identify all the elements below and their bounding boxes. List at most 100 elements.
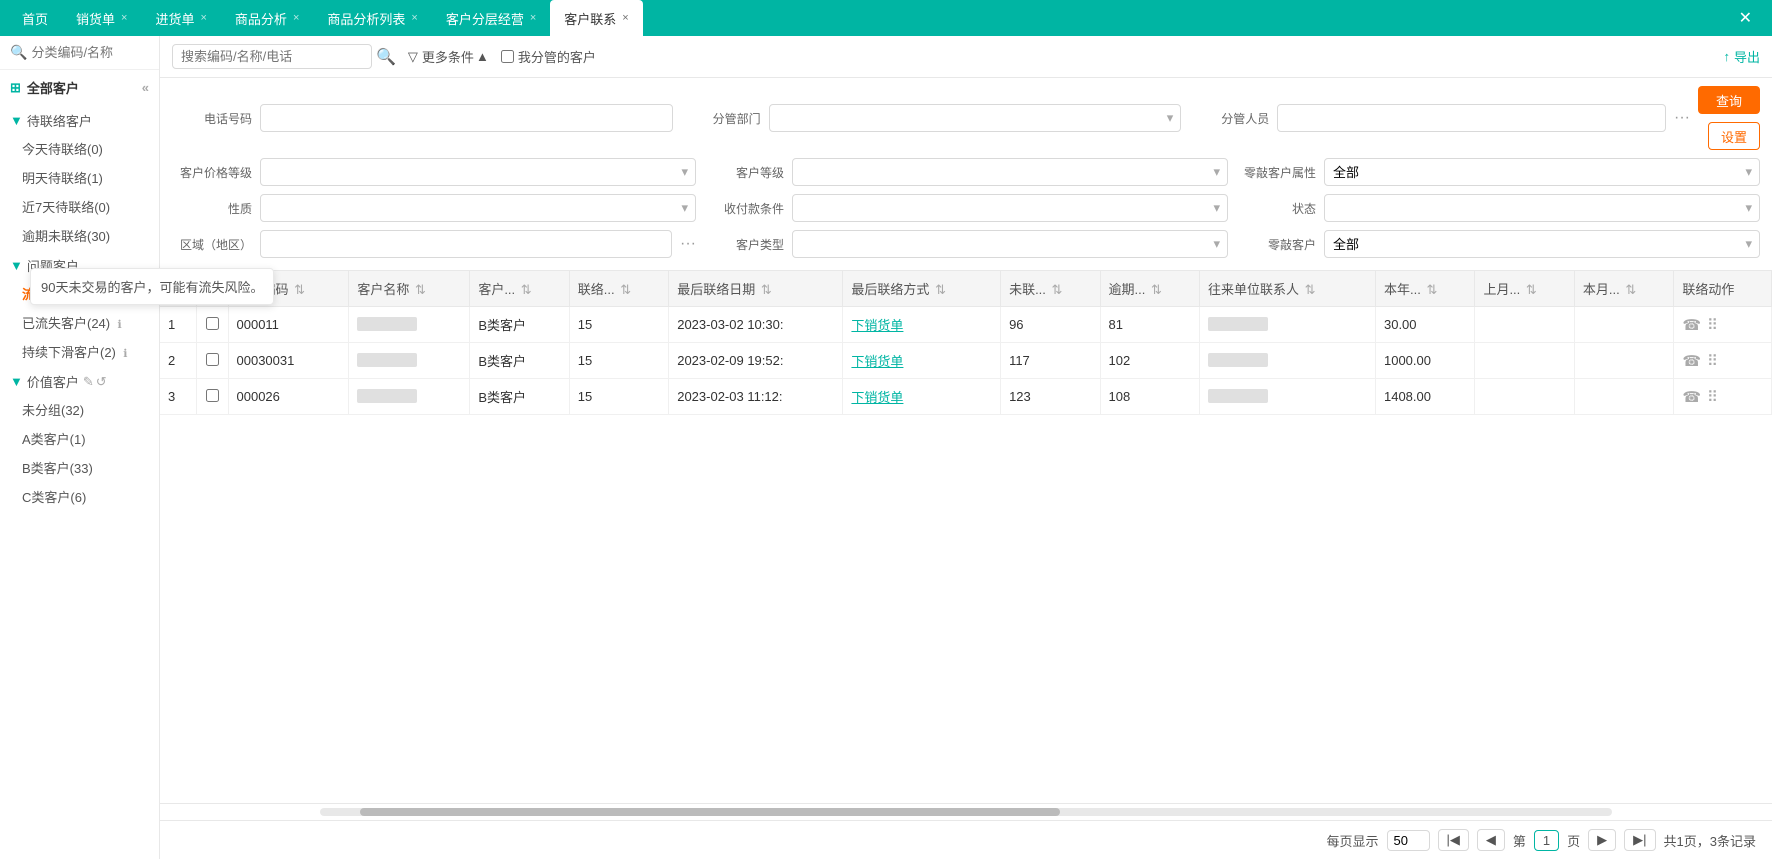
value-customer-refresh-icon[interactable]: ↺: [96, 374, 107, 390]
filter-region-more-icon[interactable]: ···: [680, 235, 696, 253]
sidebar-item-unclassified[interactable]: 未分组(32): [0, 395, 159, 424]
tab-sales[interactable]: 销货单 ×: [62, 0, 141, 36]
row2-last-method-link[interactable]: 下销货单: [851, 354, 903, 369]
row2-chat-icon[interactable]: ☎: [1682, 352, 1701, 370]
filter-gender-select[interactable]: [260, 194, 696, 222]
col-overdue-sort[interactable]: ⇅: [1151, 282, 1162, 297]
tab-customer-contact[interactable]: 客户联系 ×: [550, 0, 642, 36]
filter-zero-customer-select[interactable]: 全部: [1324, 230, 1760, 258]
filter-person-input[interactable]: [1277, 104, 1666, 132]
col-last-month-sort[interactable]: ⇅: [1526, 282, 1537, 297]
sidebar-collapse-icon[interactable]: «: [142, 80, 149, 95]
filter-payment-select[interactable]: [792, 194, 1228, 222]
close-analysis-list-icon[interactable]: ×: [411, 12, 417, 24]
sidebar-all-customers[interactable]: ⊞ 全部客户 «: [0, 70, 159, 105]
row3-last-date: 2023-02-03 11:12:: [669, 379, 843, 415]
pagination-prev-btn[interactable]: ◀: [1477, 829, 1505, 851]
sidebar-item-b-class[interactable]: B类客户(33): [0, 453, 159, 482]
row3-checkbox[interactable]: [206, 389, 219, 402]
pagination-next-btn[interactable]: ▶: [1588, 829, 1616, 851]
row3-chat-icon[interactable]: ☎: [1682, 388, 1701, 406]
col-last-method-sort[interactable]: ⇅: [935, 282, 946, 297]
filter-search-button[interactable]: 🔍: [376, 47, 396, 67]
tab-analysis[interactable]: 商品分析 ×: [221, 0, 313, 36]
row1-more-icon[interactable]: ⠿: [1707, 316, 1718, 334]
row1-chat-icon[interactable]: ☎: [1682, 316, 1701, 334]
close-analysis-icon[interactable]: ×: [293, 12, 299, 24]
col-this-year-sort[interactable]: ⇅: [1426, 282, 1437, 297]
col-contact-sort[interactable]: ⇅: [620, 282, 631, 297]
filter-more-conditions-button[interactable]: ▽ 更多条件 ▲: [408, 47, 489, 66]
section-value-customer[interactable]: ▼ 价值客户 ✎ ↺: [0, 366, 159, 395]
col-contact-person-sort[interactable]: ⇅: [1305, 282, 1316, 297]
filter-person-field: 分管人员 ···: [1189, 104, 1690, 132]
sidebar-item-overdue[interactable]: 逾期未联络(30): [0, 221, 159, 250]
filter-region-input[interactable]: [260, 230, 672, 258]
sidebar-item-tomorrow[interactable]: 明天待联络(1): [0, 163, 159, 192]
scroll-thumb[interactable]: [360, 808, 1060, 816]
col-last-date: 最后联络日期 ⇅: [669, 271, 843, 307]
sidebar-item-today[interactable]: 今天待联络(0): [0, 134, 159, 163]
filter-grade-select[interactable]: [792, 158, 1228, 186]
filter-payment-field: 收付款条件: [704, 194, 1228, 222]
filter-region-label: 区域（地区）: [172, 236, 252, 253]
sidebar-root-label: 全部客户: [27, 78, 79, 97]
my-customers-checkbox-label[interactable]: 我分管的客户: [501, 47, 596, 66]
close-purchase-icon[interactable]: ×: [200, 12, 206, 24]
tab-customer-tier[interactable]: 客户分层经营 ×: [432, 0, 550, 36]
row1-checkbox[interactable]: [206, 317, 219, 330]
value-customer-edit-icon[interactable]: ✎: [83, 374, 94, 390]
sidebar-item-a-class[interactable]: A类客户(1): [0, 424, 159, 453]
row1-type: B类客户: [470, 307, 569, 343]
row1-contact: 15: [569, 307, 668, 343]
filter-search-input[interactable]: [172, 44, 372, 69]
close-sales-icon[interactable]: ×: [121, 12, 127, 24]
filter-price-grade-select[interactable]: [260, 158, 696, 186]
filter-status-select[interactable]: [1324, 194, 1760, 222]
sidebar-item-churned[interactable]: 已流失客户(24) ℹ: [0, 308, 159, 337]
my-customers-checkbox[interactable]: [501, 50, 514, 63]
churned-info-icon[interactable]: ℹ: [117, 319, 121, 331]
row3-last-method: 下销货单: [843, 379, 1001, 415]
window-close-icon[interactable]: ✕: [1727, 8, 1764, 28]
col-unlinked-sort[interactable]: ⇅: [1052, 282, 1063, 297]
col-customer-code-sort[interactable]: ⇅: [294, 282, 305, 297]
row3-last-method-link[interactable]: 下销货单: [851, 390, 903, 405]
sidebar-item-7days[interactable]: 近7天待联络(0): [0, 192, 159, 221]
declining-info-icon[interactable]: ℹ: [123, 348, 127, 360]
tab-analysis-list[interactable]: 商品分析列表 ×: [313, 0, 431, 36]
row2-more-icon[interactable]: ⠿: [1707, 352, 1718, 370]
row3-more-icon[interactable]: ⠿: [1707, 388, 1718, 406]
sidebar-item-declining[interactable]: 持续下滑客户(2) ℹ: [0, 337, 159, 366]
col-this-year: 本年... ⇅: [1375, 271, 1474, 307]
col-customer-name-sort[interactable]: ⇅: [415, 282, 426, 297]
pagination-last-btn[interactable]: ▶|: [1624, 829, 1655, 851]
col-customer-type-sort[interactable]: ⇅: [521, 282, 532, 297]
pagination-first-btn[interactable]: |◀: [1438, 829, 1469, 851]
sidebar-item-c-class[interactable]: C类客户(6): [0, 482, 159, 511]
row2-checkbox[interactable]: [206, 353, 219, 366]
settings-button[interactable]: 设置: [1708, 122, 1760, 150]
section-pending-contact[interactable]: ▼ 待联络客户: [0, 105, 159, 134]
horizontal-scrollbar[interactable]: [160, 803, 1772, 820]
sidebar-search-input[interactable]: [31, 45, 160, 60]
row1-last-method-link[interactable]: 下销货单: [851, 318, 903, 333]
row3-last-month: [1475, 379, 1574, 415]
filter-phone-input[interactable]: [260, 104, 673, 132]
per-page-select[interactable]: 50: [1387, 830, 1430, 851]
filter-zero-attr-select[interactable]: 全部: [1324, 158, 1760, 186]
col-this-month-sort[interactable]: ⇅: [1625, 282, 1636, 297]
col-last-date-sort[interactable]: ⇅: [761, 282, 772, 297]
section-pending-arrow: ▼: [10, 113, 23, 128]
filter-person-more-icon[interactable]: ···: [1674, 109, 1690, 127]
filter-phone-field: 电话号码: [172, 104, 673, 132]
close-customer-contact-icon[interactable]: ×: [622, 12, 628, 24]
tab-purchase[interactable]: 进货单 ×: [141, 0, 220, 36]
query-button[interactable]: 查询: [1698, 86, 1760, 114]
export-button[interactable]: ↑ 导出: [1723, 47, 1760, 66]
col-this-month-label: 本月...: [1583, 282, 1620, 297]
filter-dept-select[interactable]: [769, 104, 1182, 132]
close-customer-tier-icon[interactable]: ×: [530, 12, 536, 24]
filter-customer-type-select[interactable]: [792, 230, 1228, 258]
tab-home[interactable]: 首页: [8, 0, 62, 36]
